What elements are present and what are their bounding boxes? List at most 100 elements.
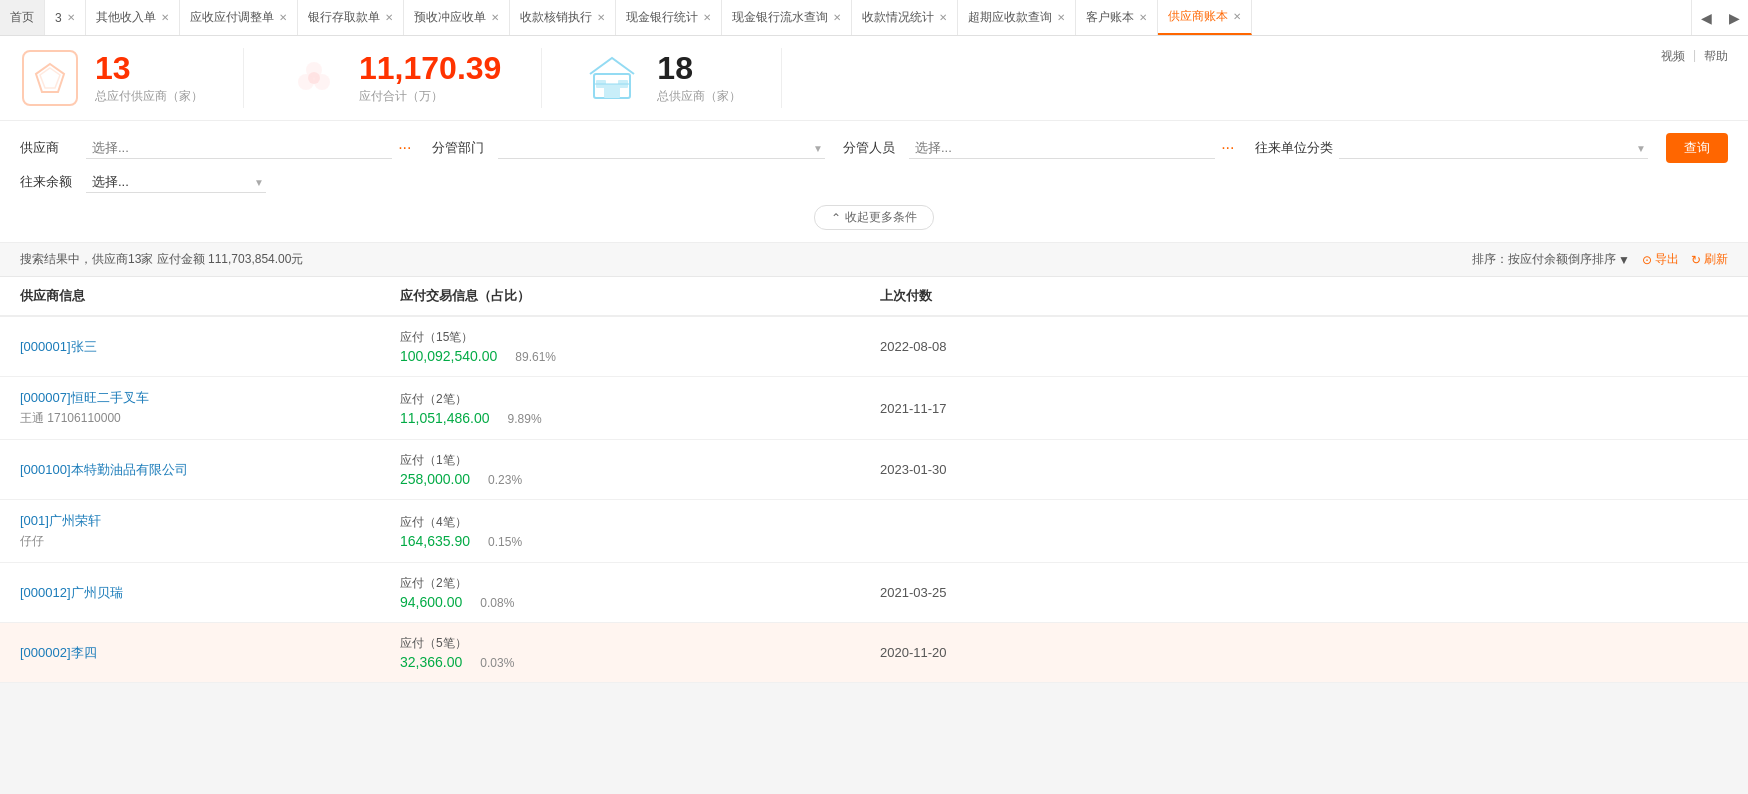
supplier-ellipsis-icon[interactable]: ··· (398, 139, 411, 157)
supplier-link-5[interactable]: [000002]李四 (20, 645, 97, 660)
category-dropdown-icon: ▼ (1636, 143, 1646, 154)
nav-tab-3[interactable]: 3 ✕ (45, 0, 86, 35)
nav-tab-verify[interactable]: 收款核销执行 ✕ (510, 0, 616, 35)
nav-next-button[interactable]: ▶ (1720, 0, 1748, 36)
cell-lastpay-5: 2020-11-20 (880, 645, 1728, 660)
trans-percent-5: 0.03% (480, 656, 514, 670)
nav-tab-prepay[interactable]: 预收冲应收单 ✕ (404, 0, 510, 35)
svg-point-5 (308, 72, 320, 84)
summary-card-payable-suppliers: 13 总应付供应商（家） (20, 48, 244, 108)
nav-tab-prepay-label: 预收冲应收单 (414, 9, 486, 26)
cell-transaction-2: 应付（1笔） 258,000.00 0.23% (400, 452, 880, 487)
svg-rect-7 (604, 84, 620, 98)
nav-tab-home[interactable]: 首页 (0, 0, 45, 35)
nav-tab-adjust[interactable]: 应收应付调整单 ✕ (180, 0, 298, 35)
table-row: [000001]张三 应付（15笔） 100,092,540.00 89.61%… (0, 317, 1748, 377)
result-summary-text: 搜索结果中，供应商13家 应付金额 111,703,854.00元 (20, 251, 303, 268)
close-icon[interactable]: ✕ (1057, 12, 1065, 23)
person-ellipsis-icon[interactable]: ··· (1221, 139, 1234, 157)
cell-lastpay-2: 2023-01-30 (880, 462, 1728, 477)
category-select[interactable] (1339, 137, 1649, 159)
summary-card-payable-total: 11,170.39 应付合计（万） (284, 48, 542, 108)
supplier-sub-1: 王通 17106110000 (20, 410, 400, 427)
trans-percent-0: 89.61% (515, 350, 556, 364)
chevron-up-icon: ⌃ (831, 211, 841, 225)
trans-label-5: 应付（5笔） (400, 635, 880, 652)
trans-amount-2: 258,000.00 (400, 471, 470, 487)
close-icon[interactable]: ✕ (67, 12, 75, 23)
summary-icon-flower (284, 48, 344, 108)
cell-lastpay-0: 2022-08-08 (880, 339, 1728, 354)
nav-tab-cashstat[interactable]: 现金银行统计 ✕ (616, 0, 722, 35)
nav-tab-bank-label: 银行存取款单 (308, 9, 380, 26)
filter-row-1: 供应商 ··· 分管部门 ▼ 分管人员 ··· 往来单位分类 ▼ 查询 (20, 133, 1728, 163)
nav-tab-recvstat[interactable]: 收款情况统计 ✕ (852, 0, 958, 35)
balance-dropdown-icon: ▼ (254, 177, 264, 188)
close-icon[interactable]: ✕ (385, 12, 393, 23)
video-link[interactable]: 视频 (1661, 48, 1685, 65)
close-icon[interactable]: ✕ (279, 12, 287, 23)
collapse-button[interactable]: ⌃ 收起更多条件 (814, 205, 934, 230)
sort-dropdown[interactable]: 排序：按应付余额倒序排序 ▼ (1472, 251, 1630, 268)
close-icon[interactable]: ✕ (491, 12, 499, 23)
dept-dropdown-icon: ▼ (813, 143, 823, 154)
supplier-filter-label: 供应商 (20, 139, 80, 157)
cell-supplier-4: [000012]广州贝瑞 (20, 584, 400, 602)
query-button[interactable]: 查询 (1666, 133, 1728, 163)
trans-label-4: 应付（2笔） (400, 575, 880, 592)
summary-text-payable-total: 11,170.39 应付合计（万） (359, 52, 501, 105)
refresh-button[interactable]: ↻ 刷新 (1691, 251, 1728, 268)
filter-person: 分管人员 ··· (843, 137, 1235, 159)
nav-tab-income[interactable]: 其他收入单 ✕ (86, 0, 180, 35)
cell-transaction-3: 应付（4笔） 164,635.90 0.15% (400, 514, 880, 549)
close-icon[interactable]: ✕ (1233, 11, 1241, 22)
supplier-link-2[interactable]: [000100]本特勤油品有限公司 (20, 462, 188, 477)
supplier-input[interactable] (86, 137, 392, 159)
table-row: [001]广州荣轩 仔仔 应付（4笔） 164,635.90 0.15% (0, 500, 1748, 563)
close-icon[interactable]: ✕ (161, 12, 169, 23)
cell-transaction-0: 应付（15笔） 100,092,540.00 89.61% (400, 329, 880, 364)
export-icon: ⊙ (1642, 253, 1652, 267)
collapse-button-label: 收起更多条件 (845, 209, 917, 226)
nav-tab-overdue[interactable]: 超期应收款查询 ✕ (958, 0, 1076, 35)
th-last-payment: 上次付数 (880, 287, 1728, 305)
close-icon[interactable]: ✕ (597, 12, 605, 23)
nav-prev-button[interactable]: ◀ (1692, 0, 1720, 36)
trans-label-3: 应付（4笔） (400, 514, 880, 531)
nav-tab-bank[interactable]: 银行存取款单 ✕ (298, 0, 404, 35)
supplier-link-1[interactable]: [000007]恒旺二手叉车 (20, 390, 149, 405)
top-navigation: 首页 3 ✕ 其他收入单 ✕ 应收应付调整单 ✕ 银行存取款单 ✕ 预收冲应收单… (0, 0, 1748, 36)
nav-tab-supplierbook-label: 供应商账本 (1168, 8, 1228, 25)
nav-arrows: ◀ ▶ (1691, 0, 1748, 36)
close-icon[interactable]: ✕ (833, 12, 841, 23)
table-row: [000100]本特勤油品有限公司 应付（1笔） 258,000.00 0.23… (0, 440, 1748, 500)
close-icon[interactable]: ✕ (703, 12, 711, 23)
summary-icon-store (582, 48, 642, 108)
filter-dept: 分管部门 ▼ (432, 137, 824, 159)
cell-supplier-5: [000002]李四 (20, 644, 400, 662)
balance-select[interactable]: 选择... (86, 171, 266, 193)
trans-amount-5: 32,366.00 (400, 654, 462, 670)
nav-tab-custbook[interactable]: 客户账本 ✕ (1076, 0, 1158, 35)
store-icon (584, 50, 640, 106)
nav-tab-supplierbook[interactable]: 供应商账本 ✕ (1158, 0, 1252, 35)
trans-percent-1: 9.89% (508, 412, 542, 426)
export-button[interactable]: ⊙ 导出 (1642, 251, 1679, 268)
payable-suppliers-value: 13 (95, 52, 203, 84)
nav-tab-cashflow[interactable]: 现金银行流水查询 ✕ (722, 0, 852, 35)
cell-transaction-1: 应付（2笔） 11,051,486.00 9.89% (400, 391, 880, 426)
dept-select[interactable] (498, 137, 826, 159)
person-input[interactable] (909, 137, 1215, 159)
diamond-icon (22, 50, 78, 106)
summary-card-total-suppliers: 18 总供应商（家） (582, 48, 782, 108)
help-link[interactable]: 帮助 (1704, 48, 1728, 65)
svg-marker-1 (40, 68, 60, 88)
supplier-link-0[interactable]: [000001]张三 (20, 339, 97, 354)
supplier-link-3[interactable]: [001]广州荣轩 (20, 513, 101, 528)
supplier-link-4[interactable]: [000012]广州贝瑞 (20, 585, 123, 600)
close-icon[interactable]: ✕ (939, 12, 947, 23)
trans-amount-1: 11,051,486.00 (400, 410, 490, 426)
data-table-container: 供应商信息 应付交易信息（占比） 上次付数 [000001]张三 应付（15笔）… (0, 277, 1748, 683)
close-icon[interactable]: ✕ (1139, 12, 1147, 23)
nav-tab-adjust-label: 应收应付调整单 (190, 9, 274, 26)
